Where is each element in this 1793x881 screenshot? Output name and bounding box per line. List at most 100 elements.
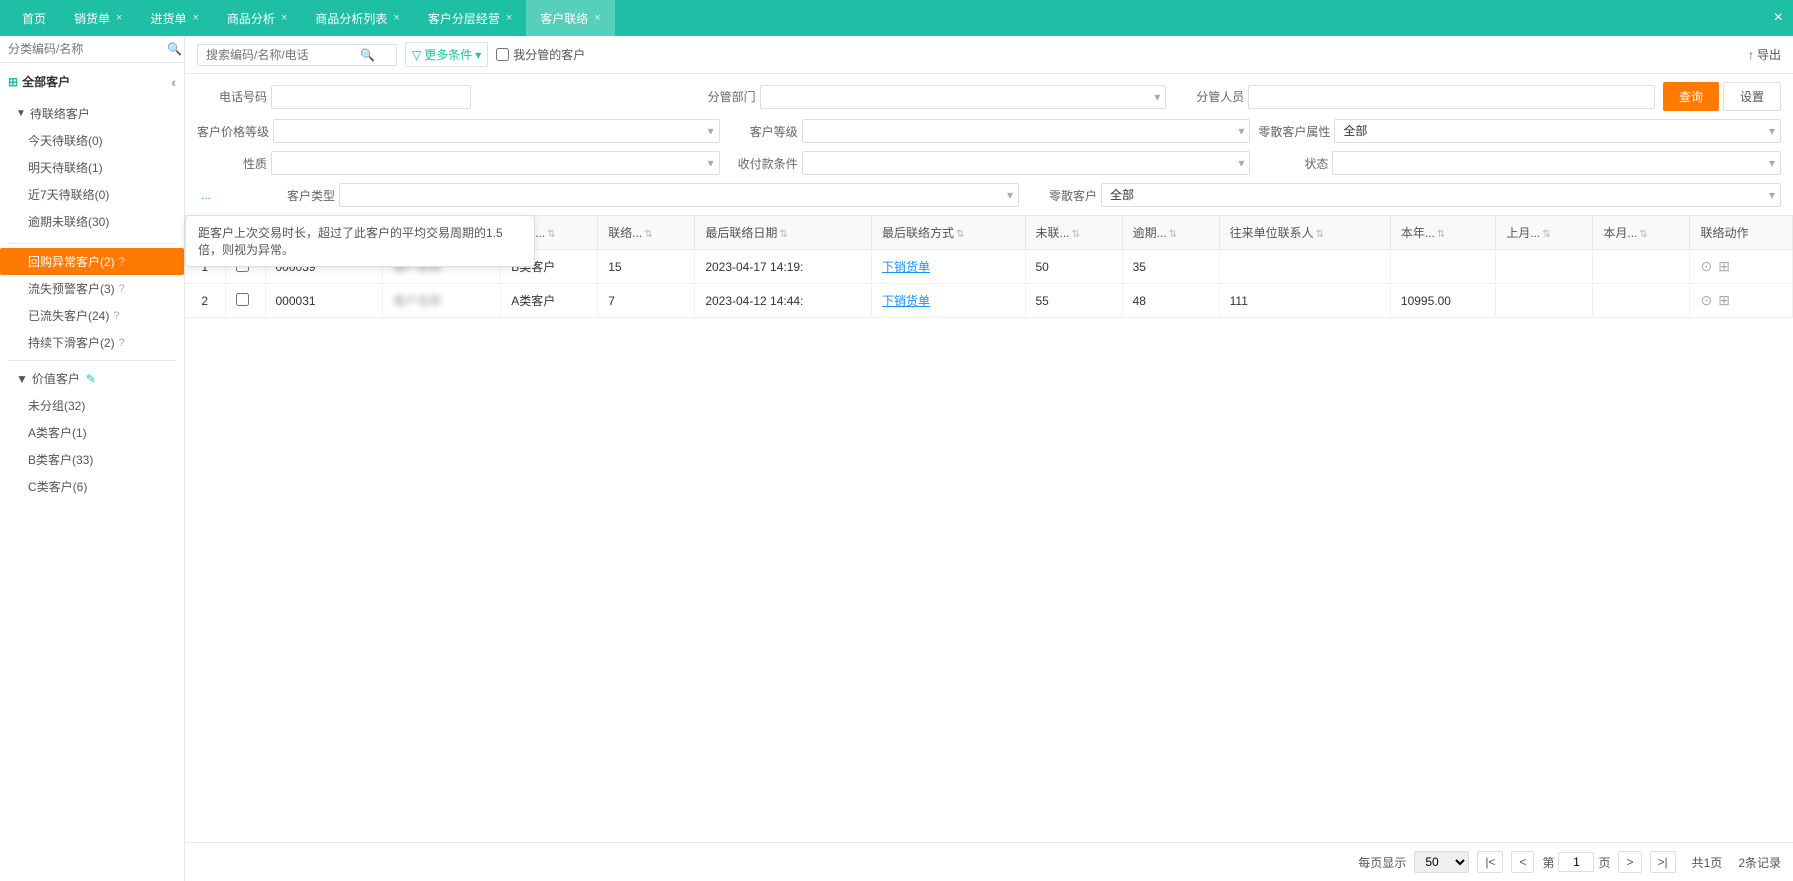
sidebar-search-area: 🔍 — [0, 36, 184, 63]
col-last-month[interactable]: 上月...⇅ — [1496, 216, 1593, 250]
tomorrow-pending[interactable]: 明天待联络(1) — [0, 154, 184, 181]
class-c-customers[interactable]: C类客户(6) — [0, 473, 184, 500]
collapse-btn[interactable]: ‹ — [171, 74, 176, 90]
retail-customer-filter: 零散客户 全部 ▾ — [1027, 183, 1781, 207]
close-all-tabs[interactable]: × — [1774, 9, 1783, 27]
nav-item-customer-contact[interactable]: 客户联络 × — [526, 0, 614, 36]
row-1-link-icon[interactable]: ⊙ — [1700, 258, 1712, 275]
week-pending[interactable]: 近7天待联络(0) — [0, 181, 184, 208]
close-customer-contact-tab[interactable]: × — [594, 12, 600, 24]
customer-type-select[interactable] — [339, 183, 1019, 207]
col-this-year[interactable]: 本年...⇅ — [1390, 216, 1495, 250]
more-conditions-btn[interactable]: ▽ 更多条件 ▾ — [405, 42, 488, 67]
gender-select[interactable] — [271, 151, 720, 175]
chevron-down-icon: ▾ — [475, 48, 481, 62]
close-sales-tab[interactable]: × — [116, 12, 122, 24]
setting-button[interactable]: 设置 — [1723, 82, 1781, 111]
price-level-select[interactable] — [273, 119, 720, 143]
declining-customers[interactable]: 持续下滑客户(2) ? — [0, 329, 184, 356]
class-b-customers[interactable]: B类客户(33) — [0, 446, 184, 473]
question-icon-2[interactable]: ? — [119, 283, 125, 295]
row-2-link-icon[interactable]: ⊙ — [1700, 292, 1712, 309]
manager-input[interactable] — [1248, 85, 1655, 109]
sort-icon-this-month: ⇅ — [1639, 229, 1647, 240]
main-layout: 🔍 ⊞ 全部客户 ‹ ▼ 待联络客户 今天待联络(0) 明天待联络(1) — [0, 36, 1793, 881]
payment-select[interactable] — [802, 151, 1251, 175]
retail-attr-filter: 零散客户属性 全部 ▾ — [1258, 119, 1781, 143]
last-page-btn[interactable]: >| — [1650, 851, 1676, 873]
next-page-btn[interactable]: > — [1618, 851, 1641, 873]
unclassified[interactable]: 未分组(32) — [0, 392, 184, 419]
sidebar-search-input[interactable] — [8, 42, 163, 56]
more-filter-btn[interactable]: ... — [197, 184, 215, 206]
payment-wrap: ▾ — [802, 151, 1251, 175]
search-box: 🔍 — [197, 44, 397, 66]
col-contact-count[interactable]: 联络...⇅ — [598, 216, 695, 250]
retail-customer-wrap: 全部 ▾ — [1101, 183, 1781, 207]
customer-level-select[interactable] — [802, 119, 1251, 143]
row-2-action: ⊙ ⊞ — [1690, 284, 1793, 318]
class-a-customers[interactable]: A类客户(1) — [0, 419, 184, 446]
row-2-checkbox-cell — [225, 284, 265, 318]
row-2-this-year: 10995.00 — [1390, 284, 1495, 318]
prev-page-btn[interactable]: < — [1511, 851, 1534, 873]
row-1-grid-icon[interactable]: ⊞ — [1718, 258, 1730, 275]
overdue-pending[interactable]: 逾期未联络(30) — [0, 208, 184, 235]
col-uncontacted[interactable]: 未联...⇅ — [1025, 216, 1122, 250]
pending-contact-title[interactable]: ▼ 待联络客户 — [0, 100, 184, 127]
row-2-last-method[interactable]: 下销货单 — [872, 284, 1025, 318]
retail-attr-select[interactable]: 全部 — [1334, 119, 1781, 143]
my-customers-check[interactable] — [496, 48, 509, 61]
edit-icon[interactable]: ✎ — [86, 372, 96, 386]
row-1-last-method[interactable]: 下销货单 — [872, 250, 1025, 284]
search-icon[interactable]: 🔍 — [360, 48, 375, 62]
nav-item-home[interactable]: 首页 — [8, 0, 60, 36]
per-page-select[interactable]: 50 100 200 — [1414, 851, 1469, 873]
col-this-month[interactable]: 本月...⇅ — [1593, 216, 1690, 250]
content-area: 🔍 ▽ 更多条件 ▾ 我分管的客户 ↑ 导出 电话号码 — [185, 36, 1793, 881]
close-customer-tier-tab[interactable]: × — [506, 12, 512, 24]
question-icon-4[interactable]: ? — [119, 337, 125, 349]
row-2-grid-icon[interactable]: ⊞ — [1718, 292, 1730, 309]
status-select[interactable] — [1332, 151, 1781, 175]
value-customers-title[interactable]: ▼ 价值客户 ✎ — [0, 365, 184, 392]
payment-label: 收付款条件 — [728, 155, 798, 172]
all-customers-header[interactable]: ⊞ 全部客户 ‹ — [0, 67, 184, 96]
today-pending[interactable]: 今天待联络(0) — [0, 127, 184, 154]
query-button[interactable]: 查询 — [1663, 82, 1719, 111]
question-icon-1[interactable]: ? — [119, 256, 125, 268]
phone-label: 电话号码 — [197, 88, 267, 105]
gender-label: 性质 — [197, 155, 267, 172]
sort-icon-overdue: ⇅ — [1169, 229, 1177, 240]
col-overdue[interactable]: 逾期...⇅ — [1122, 216, 1219, 250]
nav-item-product-analysis-list[interactable]: 商品分析列表 × — [301, 0, 413, 36]
retail-customer-label: 零散客户 — [1027, 187, 1097, 204]
sort-icon-year: ⇅ — [1437, 229, 1445, 240]
row-2-checkbox[interactable] — [236, 293, 249, 306]
page-end-label: 页 — [1598, 854, 1610, 871]
phone-input[interactable] — [271, 85, 471, 109]
retail-customer-select[interactable]: 全部 — [1101, 183, 1781, 207]
nav-item-product-analysis[interactable]: 商品分析 × — [213, 0, 301, 36]
nav-item-customer-tier[interactable]: 客户分层经营 × — [414, 0, 526, 36]
churned-customers[interactable]: 已流失客户(24) ? — [0, 302, 184, 329]
nav-item-purchase[interactable]: 进货单 × — [136, 0, 212, 36]
close-product-analysis-tab[interactable]: × — [281, 12, 287, 24]
sidebar-search-icon[interactable]: 🔍 — [167, 42, 182, 56]
repurchase-anomaly[interactable]: 回购异常客户(2) ? — [0, 248, 184, 275]
first-page-btn[interactable]: |< — [1477, 851, 1503, 873]
status-filter: 状态 ▾ — [1258, 151, 1781, 175]
nav-item-sales[interactable]: 销货单 × — [60, 0, 136, 36]
search-input[interactable] — [206, 48, 356, 62]
close-purchase-tab[interactable]: × — [192, 12, 198, 24]
close-product-list-tab[interactable]: × — [393, 12, 399, 24]
churn-warning[interactable]: 流失预警客户(3) ? — [0, 275, 184, 302]
col-last-date[interactable]: 最后联络日期⇅ — [695, 216, 872, 250]
dept-select-wrap: ▾ — [760, 85, 1167, 109]
col-contact-person[interactable]: 往来单位联系人⇅ — [1219, 216, 1390, 250]
dept-select[interactable] — [760, 85, 1167, 109]
export-button[interactable]: ↑ 导出 — [1748, 46, 1781, 63]
question-icon-3[interactable]: ? — [113, 310, 119, 322]
page-number-input[interactable] — [1558, 852, 1594, 872]
col-last-method[interactable]: 最后联络方式⇅ — [872, 216, 1025, 250]
